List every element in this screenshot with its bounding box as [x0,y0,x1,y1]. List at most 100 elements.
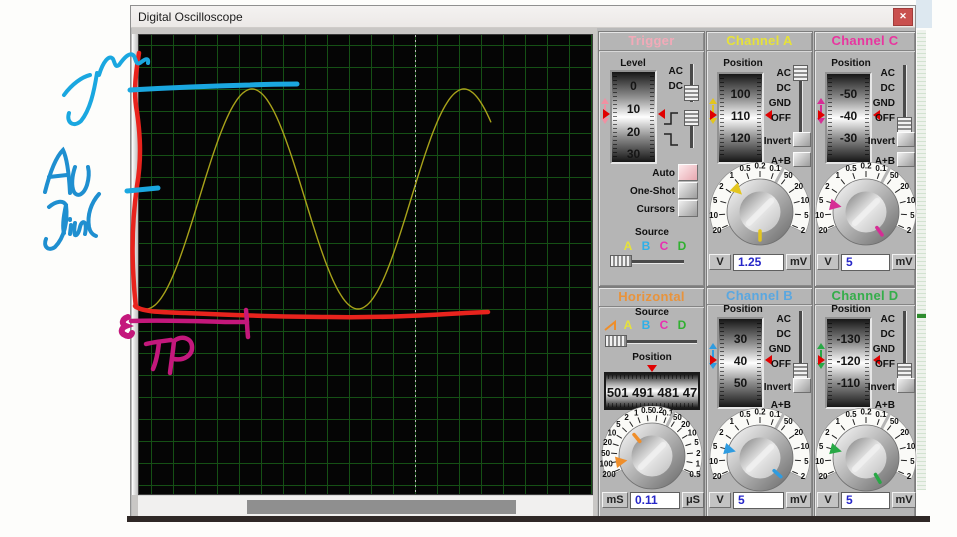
svg-text:5: 5 [713,442,718,451]
drum-value: 40 [733,354,748,368]
svg-text:2: 2 [624,413,629,422]
svg-text:1: 1 [729,171,734,180]
trigger-level-drum[interactable]: 0 10 20 30 [610,70,657,164]
scope-screen [138,34,593,495]
svg-text:0.1: 0.1 [875,164,887,173]
v-unit-tab: V [709,492,731,508]
svg-text:0.2: 0.2 [860,408,872,417]
timebase-knob[interactable]: 200 100 50 20 10 5 2 1 0.5 0.2 0.1 50 20 10 5 2 1 0.5 [599,405,704,506]
sine-waveform [140,88,492,310]
trigger-slope-handle[interactable] [684,110,699,126]
slope-edge-icons [664,112,678,146]
svg-text:50: 50 [784,171,793,180]
horizontal-position-label: Position [632,352,672,363]
volts-div-knob[interactable]: 20 10 5 2 1 0.5 0.2 0.1 50 20 10 5 2 [708,162,812,262]
svg-text:0.1: 0.1 [769,164,781,173]
gnd-label: GND [768,344,791,355]
invert-button[interactable] [793,132,811,147]
us-unit-tab: μS [682,492,704,508]
invert-button[interactable] [793,378,811,393]
cursors-button[interactable] [678,200,698,217]
invert-label: Invert [763,136,791,147]
annotation-au [43,146,91,197]
svg-text:2: 2 [907,472,912,481]
coupling-handle[interactable] [793,363,808,379]
svg-text:5: 5 [819,442,824,451]
svg-text:10: 10 [815,211,824,220]
coupling-handle[interactable] [793,65,808,81]
volts-div-value[interactable]: 1.25 [733,254,784,271]
svg-text:10: 10 [688,428,697,437]
background-window-sliver-right [917,30,926,490]
svg-text:5: 5 [819,196,824,205]
ac-label: AC [776,68,791,79]
coupling-handle[interactable] [897,117,912,133]
scrollbar-thumb[interactable] [247,500,516,514]
svg-text:200: 200 [602,470,616,479]
invert-label: Invert [763,382,791,393]
drum-pointer-left [818,355,825,365]
svg-text:20: 20 [794,428,803,437]
off-label: OFF [875,113,895,124]
v-unit-tab: V [709,254,731,270]
svg-text:5: 5 [804,211,809,220]
one-shot-button[interactable] [678,182,698,199]
invert-button[interactable] [897,378,915,393]
svg-text:2: 2 [801,226,806,235]
svg-text:0.2: 0.2 [754,162,766,171]
svg-text:0.2: 0.2 [860,162,872,171]
svg-text:5: 5 [694,438,699,447]
svg-text:50: 50 [784,417,793,426]
channel-d-panel: Channel D Position -130 -120 -110 AC DC … [814,287,917,520]
svg-text:5: 5 [910,211,915,220]
svg-text:0.5: 0.5 [739,164,751,173]
horizontal-position-drum[interactable]: 501 491 481 47 [604,372,700,410]
drum-value: 100 [730,87,751,101]
svg-text:20: 20 [713,226,722,235]
v-unit-tab: V [817,254,839,270]
svg-text:2: 2 [825,182,830,191]
source-d: D [677,318,687,332]
mv-unit-tab: mV [892,492,916,508]
off-label: OFF [875,359,895,370]
close-button[interactable]: ✕ [893,8,913,26]
invert-button[interactable] [897,132,915,147]
trigger-cursor-line[interactable] [415,35,416,494]
svg-text:0.1: 0.1 [769,410,781,419]
ms-unit-tab: mS [602,492,628,508]
svg-text:10: 10 [607,428,616,437]
volts-div-knob[interactable]: 20 10 5 2 1 0.5 0.2 0.1 50 20 10 5 2 [814,162,918,262]
drum-value: 10 [626,102,641,116]
channel-a-position-drum[interactable]: 100 110 120 [717,72,764,164]
horizontal-source-handle[interactable] [605,335,627,347]
timebase-value[interactable]: 0.11 [630,492,680,509]
channel-b-title: Channel B [726,288,793,303]
horizontal-scrollbar[interactable] [138,495,593,518]
svg-text:0.2: 0.2 [754,408,766,417]
svg-text:20: 20 [819,226,828,235]
background-window-green-dash [917,314,926,318]
title-bar[interactable]: Digital Oscilloscope ✕ [131,6,915,28]
svg-text:2: 2 [825,428,830,437]
dc-label: DC [776,83,791,94]
volts-div-value[interactable]: 5 [733,492,784,509]
coupling-handle[interactable] [897,363,912,379]
auto-button[interactable] [678,164,698,181]
drum-pointer-left [603,109,610,119]
trigger-source-handle[interactable] [610,255,632,267]
gnd-label: GND [768,98,791,109]
level-label: Level [620,58,646,69]
svg-text:0.1: 0.1 [875,410,887,419]
dc-label: DC [880,329,895,340]
mv-unit-tab: mV [786,254,811,270]
drum-value: 30 [733,332,748,346]
channel-b-panel: Channel B Position 30 40 50 AC DC GND OF… [706,287,813,520]
channel-a-panel: Channel A Position 100 110 120 AC DC GND… [706,31,813,287]
trigger-coupling-handle[interactable] [684,85,699,101]
channel-b-position-drum[interactable]: 30 40 50 [717,317,764,409]
svg-text:1: 1 [729,417,734,426]
dc-label: DC [668,81,683,92]
volts-div-value[interactable]: 5 [841,492,890,509]
drum-value: 110 [730,109,751,123]
volts-div-value[interactable]: 5 [841,254,890,271]
